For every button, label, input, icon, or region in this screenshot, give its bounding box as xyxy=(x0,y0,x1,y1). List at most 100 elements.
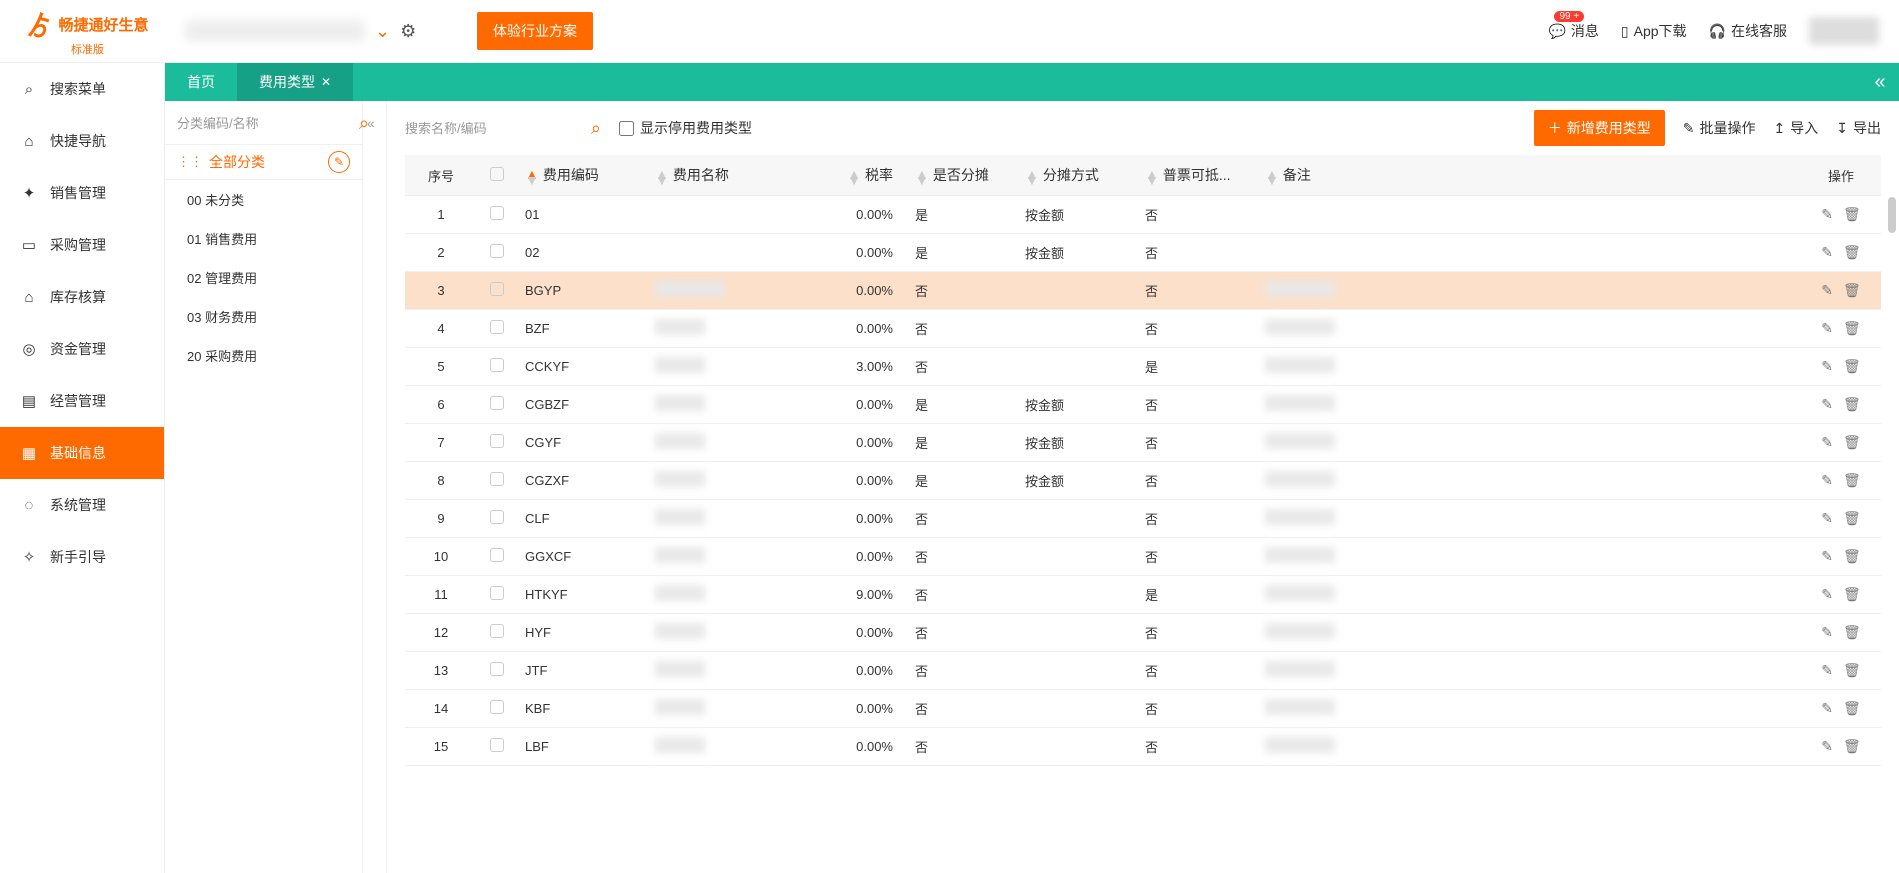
edit-row-icon[interactable]: ✎ xyxy=(1821,510,1833,527)
col-method[interactable]: ▲▼分摊方式 xyxy=(1017,155,1137,196)
col-checkbox[interactable] xyxy=(477,155,517,196)
cell-checkbox[interactable] xyxy=(477,386,517,424)
edit-row-icon[interactable]: ✎ xyxy=(1821,700,1833,717)
show-disabled-checkbox[interactable]: 显示停用费用类型 xyxy=(619,118,752,138)
cell-checkbox[interactable] xyxy=(477,652,517,690)
edit-row-icon[interactable]: ✎ xyxy=(1821,662,1833,679)
row-checkbox[interactable] xyxy=(490,320,504,334)
col-share[interactable]: ▲▼是否分摊 xyxy=(907,155,1017,196)
col-rate[interactable]: ▲▼税率 xyxy=(817,155,907,196)
close-icon[interactable]: ✕ xyxy=(321,75,331,89)
row-checkbox[interactable] xyxy=(490,282,504,296)
row-checkbox[interactable] xyxy=(490,700,504,714)
edit-row-icon[interactable]: ✎ xyxy=(1821,738,1833,755)
row-checkbox[interactable] xyxy=(490,396,504,410)
row-checkbox[interactable] xyxy=(490,472,504,486)
vertical-scrollbar[interactable] xyxy=(1888,197,1896,233)
app-download-link[interactable]: ▯ App下载 xyxy=(1621,21,1687,41)
delete-row-icon[interactable]: 🗑 xyxy=(1843,358,1861,375)
delete-row-icon[interactable]: 🗑 xyxy=(1843,700,1861,717)
cell-checkbox[interactable] xyxy=(477,500,517,538)
cell-checkbox[interactable] xyxy=(477,690,517,728)
sidebar-item-0[interactable]: ⌕搜索菜单 xyxy=(0,63,164,115)
table-row[interactable]: 13JTF0.00%否否✎🗑 xyxy=(405,652,1881,690)
delete-row-icon[interactable]: 🗑 xyxy=(1843,434,1861,451)
row-checkbox[interactable] xyxy=(490,206,504,220)
gear-icon[interactable]: ⚙ xyxy=(400,21,416,42)
row-checkbox[interactable] xyxy=(490,624,504,638)
delete-row-icon[interactable]: 🗑 xyxy=(1843,662,1861,679)
edit-row-icon[interactable]: ✎ xyxy=(1821,320,1833,337)
select-all-checkbox[interactable] xyxy=(490,167,504,181)
row-checkbox[interactable] xyxy=(490,358,504,372)
import-button[interactable]: ↥ 导入 xyxy=(1774,118,1819,138)
table-row[interactable]: 10GGXCF0.00%否否✎🗑 xyxy=(405,538,1881,576)
cell-checkbox[interactable] xyxy=(477,348,517,386)
category-item-2[interactable]: 02 管理费用 xyxy=(165,258,362,297)
delete-row-icon[interactable]: 🗑 xyxy=(1843,586,1861,603)
table-row[interactable]: 4BZF0.00%否否✎🗑 xyxy=(405,310,1881,348)
edit-icon[interactable]: ✎ xyxy=(328,151,350,173)
sidebar-item-6[interactable]: ▤经营管理 xyxy=(0,375,164,427)
delete-row-icon[interactable]: 🗑 xyxy=(1843,738,1861,755)
edit-row-icon[interactable]: ✎ xyxy=(1821,244,1833,261)
collapse-left-icon[interactable]: « xyxy=(367,115,375,131)
tenant-selector[interactable]: ⌄ ⚙ xyxy=(185,20,465,42)
search-icon[interactable]: ⌕ xyxy=(591,118,601,139)
sidebar-item-3[interactable]: ▭采购管理 xyxy=(0,219,164,271)
row-checkbox[interactable] xyxy=(490,548,504,562)
delete-row-icon[interactable]: 🗑 xyxy=(1843,244,1861,261)
category-item-0[interactable]: 00 未分类 xyxy=(165,180,362,219)
row-checkbox[interactable] xyxy=(490,244,504,258)
sidebar-item-7[interactable]: ▦基础信息 xyxy=(0,427,164,479)
row-checkbox[interactable] xyxy=(490,662,504,676)
table-row[interactable]: 12HYF0.00%否否✎🗑 xyxy=(405,614,1881,652)
delete-row-icon[interactable]: 🗑 xyxy=(1843,282,1861,299)
add-expense-type-button[interactable]: ＋ 新增费用类型 xyxy=(1534,110,1665,146)
table-row[interactable]: 8CGZXF0.00%是按金额否✎🗑 xyxy=(405,462,1881,500)
cell-checkbox[interactable] xyxy=(477,272,517,310)
edit-row-icon[interactable]: ✎ xyxy=(1821,586,1833,603)
cell-checkbox[interactable] xyxy=(477,614,517,652)
user-avatar[interactable] xyxy=(1809,17,1879,45)
edit-row-icon[interactable]: ✎ xyxy=(1821,358,1833,375)
col-deductible[interactable]: ▲▼普票可抵... xyxy=(1137,155,1257,196)
col-remark[interactable]: ▲▼备注 xyxy=(1257,155,1801,196)
table-row[interactable]: 2020.00%是按金额否✎🗑 xyxy=(405,234,1881,272)
experience-button[interactable]: 体验行业方案 xyxy=(477,12,593,50)
table-search-input[interactable] xyxy=(405,121,591,136)
row-checkbox[interactable] xyxy=(490,510,504,524)
delete-row-icon[interactable]: 🗑 xyxy=(1843,510,1861,527)
cell-checkbox[interactable] xyxy=(477,538,517,576)
export-button[interactable]: ↧ 导出 xyxy=(1836,118,1881,138)
delete-row-icon[interactable]: 🗑 xyxy=(1843,206,1861,223)
table-row[interactable]: 14KBF0.00%否否✎🗑 xyxy=(405,690,1881,728)
tab-0[interactable]: 首页 xyxy=(165,63,237,101)
table-row[interactable]: 6CGBZF0.00%是按金额否✎🗑 xyxy=(405,386,1881,424)
cell-checkbox[interactable] xyxy=(477,576,517,614)
delete-row-icon[interactable]: 🗑 xyxy=(1843,548,1861,565)
messages-link[interactable]: 💬 消息 99 + xyxy=(1548,21,1598,41)
table-row[interactable]: 11HTKYF9.00%否是✎🗑 xyxy=(405,576,1881,614)
delete-row-icon[interactable]: 🗑 xyxy=(1843,472,1861,489)
table-row[interactable]: 15LBF0.00%否否✎🗑 xyxy=(405,728,1881,766)
row-checkbox[interactable] xyxy=(490,738,504,752)
customer-service-link[interactable]: 🎧 在线客服 xyxy=(1709,21,1787,41)
sidebar-item-8[interactable]: ◌系统管理 xyxy=(0,479,164,531)
cell-checkbox[interactable] xyxy=(477,424,517,462)
table-row[interactable]: 5CCKYF3.00%否是✎🗑 xyxy=(405,348,1881,386)
edit-row-icon[interactable]: ✎ xyxy=(1821,434,1833,451)
edit-row-icon[interactable]: ✎ xyxy=(1821,624,1833,641)
sidebar-item-4[interactable]: ⌂库存核算 xyxy=(0,271,164,323)
table-row[interactable]: 1010.00%是按金额否✎🗑 xyxy=(405,196,1881,234)
delete-row-icon[interactable]: 🗑 xyxy=(1843,320,1861,337)
col-code[interactable]: ▲▼费用编码 xyxy=(517,155,647,196)
cell-checkbox[interactable] xyxy=(477,234,517,272)
category-all-row[interactable]: ⋮⋮ 全部分类 ✎ xyxy=(165,144,362,180)
cell-checkbox[interactable] xyxy=(477,196,517,234)
edit-row-icon[interactable]: ✎ xyxy=(1821,472,1833,489)
edit-row-icon[interactable]: ✎ xyxy=(1821,548,1833,565)
sidebar-item-1[interactable]: ⌂快捷导航 xyxy=(0,115,164,167)
table-row[interactable]: 3BGYP0.00%否否✎🗑 xyxy=(405,272,1881,310)
edit-row-icon[interactable]: ✎ xyxy=(1821,206,1833,223)
